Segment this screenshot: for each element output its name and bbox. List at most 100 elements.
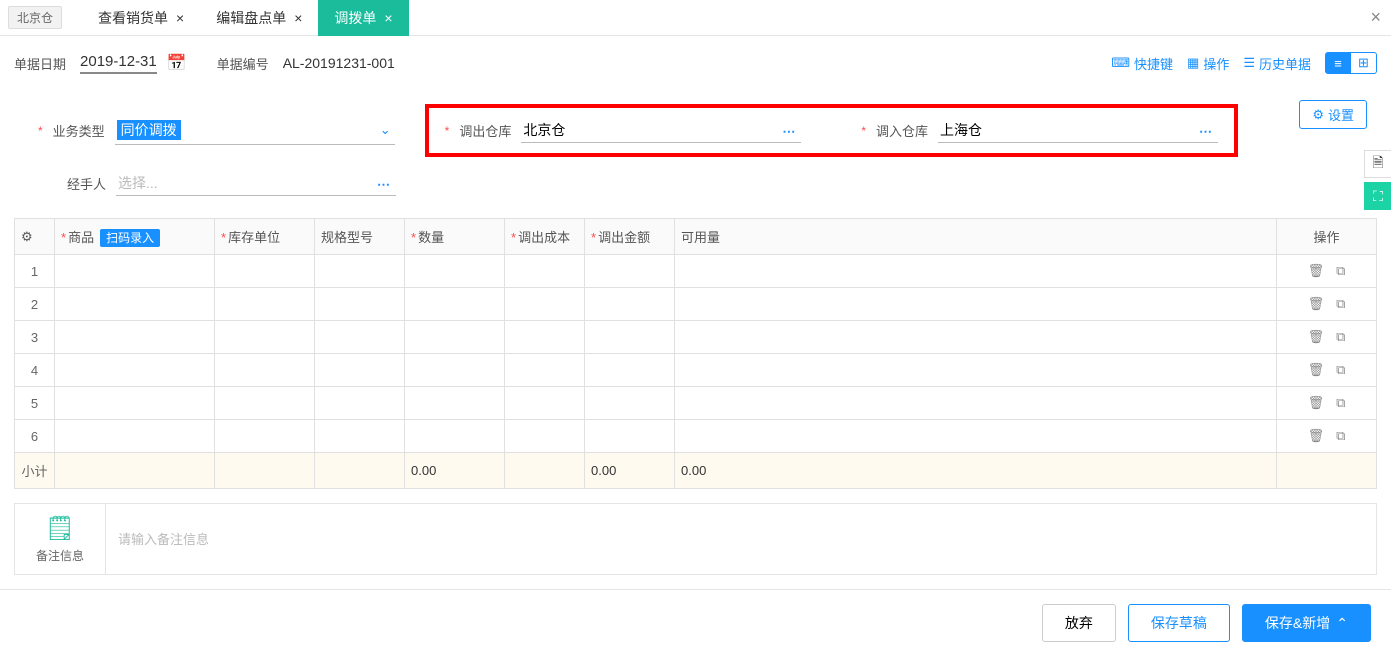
remark-title: 备注信息 (36, 547, 84, 564)
scan-badge[interactable]: 扫码录入 (100, 229, 160, 247)
table-area: ⚙ *商品扫码录入 *库存单位 规格型号 *数量 *调出成本 *调出金额 可用量… (0, 218, 1391, 489)
row-number: 2 (15, 288, 55, 321)
more-icon[interactable]: ⋯ (1199, 124, 1214, 140)
grid-icon: ▦ (1187, 55, 1199, 71)
handler-input[interactable] (116, 171, 396, 196)
close-icon[interactable]: × (294, 10, 302, 26)
copy-icon[interactable]: ⧉ (1336, 263, 1345, 279)
biz-type-label: 业务类型 (47, 121, 105, 140)
subtotal-qty: 0.00 (405, 453, 505, 489)
col-qty: *数量 (405, 219, 505, 255)
items-table: ⚙ *商品扫码录入 *库存单位 规格型号 *数量 *调出成本 *调出金额 可用量… (14, 218, 1377, 489)
delete-icon[interactable]: 🗑 (1308, 428, 1325, 444)
warehouse-highlight: * 调出仓库 ⋯ * 调入仓库 ⋯ (425, 104, 1238, 157)
row-number: 3 (15, 321, 55, 354)
gear-column[interactable]: ⚙ (15, 219, 55, 255)
history-link[interactable]: ☰历史单据 (1243, 54, 1311, 73)
remark-input[interactable] (105, 504, 1376, 574)
copy-icon[interactable]: ⧉ (1336, 296, 1345, 312)
docno-label: 单据编号 (217, 54, 269, 73)
save-draft-button[interactable]: 保存草稿 (1128, 604, 1230, 642)
operate-link[interactable]: ▦操作 (1187, 54, 1229, 73)
delete-icon[interactable]: 🗑 (1308, 263, 1325, 279)
discard-button[interactable]: 放弃 (1042, 604, 1116, 642)
expand-side-button[interactable]: ⛶ (1364, 182, 1391, 210)
biz-type-field: * 业务类型 同价调拨 ⌄ (38, 116, 395, 145)
handler-label: 经手人 (38, 174, 106, 193)
tab-label: 编辑盘点单 (216, 8, 286, 28)
tab-edit-inventory[interactable]: 编辑盘点单 × (200, 0, 318, 36)
docno-value: AL-20191231-001 (283, 55, 395, 71)
delete-icon[interactable]: 🗑 (1308, 362, 1325, 378)
remark-area: 🗒 备注信息 (14, 503, 1377, 575)
col-unit: *库存单位 (215, 219, 315, 255)
copy-icon[interactable]: ⧉ (1336, 428, 1345, 444)
in-warehouse-field: * 调入仓库 ⋯ (861, 118, 1218, 143)
subtotal-avail: 0.00 (675, 453, 1277, 489)
col-spec: 规格型号 (315, 219, 405, 255)
chevron-down-icon[interactable]: ⌄ (380, 122, 391, 138)
table-row[interactable]: 5 🗑 ⧉ (15, 387, 1377, 420)
table-row[interactable]: 3 🗑 ⧉ (15, 321, 1377, 354)
col-action: 操作 (1277, 219, 1377, 255)
list-icon: ☰ (1243, 55, 1255, 71)
out-warehouse-input[interactable] (521, 118, 801, 143)
more-icon[interactable]: ⋯ (782, 124, 797, 140)
keyboard-icon: ⌨ (1111, 55, 1130, 71)
delete-icon[interactable]: 🗑 (1308, 296, 1325, 312)
more-icon[interactable]: ⋯ (377, 177, 392, 193)
remark-title-block: 🗒 备注信息 (15, 504, 105, 574)
calendar-icon[interactable]: 📅 (167, 53, 187, 73)
subtotal-label: 小计 (15, 453, 55, 489)
note-icon: 🗒 (45, 514, 75, 543)
tab-view-sales[interactable]: 查看销货单 × (82, 0, 200, 36)
top-tab-bar: 北京仓 查看销货单 × 编辑盘点单 × 调拨单 × × (0, 0, 1391, 36)
header-actions: ⌨快捷键 ▦操作 ☰历史单据 ≡ ⊞ (1111, 52, 1377, 74)
biz-type-select[interactable]: 同价调拨 (115, 116, 395, 145)
delete-icon[interactable]: 🗑 (1308, 395, 1325, 411)
required-star: * (861, 124, 866, 138)
view-toggle: ≡ ⊞ (1325, 52, 1377, 74)
global-close-icon[interactable]: × (1370, 7, 1381, 28)
document-header: 单据日期 2019-12-31 📅 单据编号 AL-20191231-001 ⌨… (0, 36, 1391, 82)
in-wh-label: 调入仓库 (870, 121, 928, 140)
view-list-button[interactable]: ≡ (1325, 52, 1351, 74)
shortcut-link[interactable]: ⌨快捷键 (1111, 54, 1173, 73)
close-icon[interactable]: × (384, 10, 392, 26)
subtotal-row: 小计 0.00 0.00 0.00 (15, 453, 1377, 489)
date-value[interactable]: 2019-12-31 (80, 53, 157, 74)
tab-label: 查看销货单 (98, 8, 168, 28)
required-star: * (38, 124, 43, 138)
table-row[interactable]: 1🗑⧉ (15, 255, 1377, 288)
copy-icon[interactable]: ⧉ (1336, 329, 1345, 345)
required-star: * (445, 124, 450, 138)
form-area: ⚙设置 * 业务类型 同价调拨 ⌄ * 调出仓库 ⋯ * 调入仓库 (0, 82, 1391, 218)
in-warehouse-input[interactable] (938, 118, 1218, 143)
save-new-button[interactable]: 保存&新增⌃ (1242, 604, 1371, 642)
col-cost: *调出成本 (505, 219, 585, 255)
warehouse-pill[interactable]: 北京仓 (8, 6, 62, 29)
chevron-up-icon: ⌃ (1336, 615, 1348, 632)
row-number: 5 (15, 387, 55, 420)
table-row[interactable]: 4🗑⧉ (15, 354, 1377, 387)
copy-icon[interactable]: ⧉ (1336, 395, 1345, 411)
out-warehouse-field: * 调出仓库 ⋯ (445, 118, 802, 143)
view-grid-button[interactable]: ⊞ (1351, 52, 1377, 74)
handler-field: 经手人 ⋯ (38, 171, 396, 196)
side-buttons: 🗎 ⛶ (1364, 150, 1391, 210)
note-side-button[interactable]: 🗎 (1364, 150, 1391, 178)
table-row[interactable]: 6🗑⧉ (15, 420, 1377, 453)
col-product: *商品扫码录入 (55, 219, 215, 255)
table-row[interactable]: 2 🗑 ⧉ (15, 288, 1377, 321)
subtotal-amount: 0.00 (585, 453, 675, 489)
gear-icon: ⚙ (1312, 107, 1324, 123)
col-avail: 可用量 (675, 219, 1277, 255)
settings-button[interactable]: ⚙设置 (1299, 100, 1367, 129)
delete-icon[interactable]: 🗑 (1308, 329, 1325, 345)
date-label: 单据日期 (14, 54, 66, 73)
close-icon[interactable]: × (176, 10, 184, 26)
copy-icon[interactable]: ⧉ (1336, 362, 1345, 378)
footer-actions: 放弃 保存草稿 保存&新增⌃ (0, 589, 1391, 656)
tab-transfer[interactable]: 调拨单 × (318, 0, 408, 36)
col-amount: *调出金额 (585, 219, 675, 255)
